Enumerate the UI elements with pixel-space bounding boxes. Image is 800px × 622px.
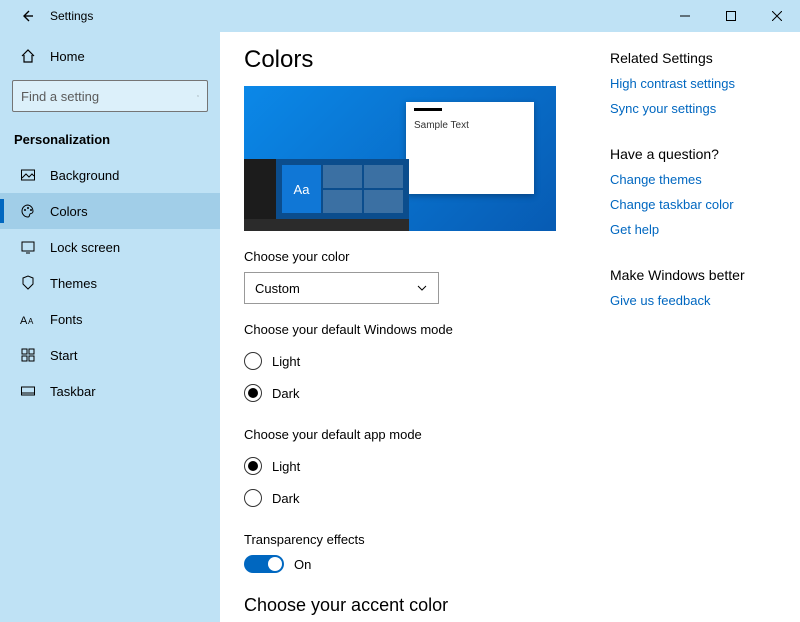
sidebar-item-taskbar[interactable]: Taskbar xyxy=(0,373,220,409)
page-title: Colors xyxy=(244,46,582,74)
window-title: Settings xyxy=(50,9,93,23)
home-nav[interactable]: Home xyxy=(0,40,220,74)
image-icon xyxy=(20,167,36,183)
section-title: Personalization xyxy=(0,128,220,157)
link-get-help[interactable]: Get help xyxy=(610,222,780,237)
main-content: Colors Sample Text Aa Choose your color … xyxy=(220,32,800,622)
sidebar-item-start[interactable]: Start xyxy=(0,337,220,373)
windows-mode-light[interactable]: Light xyxy=(244,345,582,377)
back-button[interactable] xyxy=(20,9,34,23)
accent-heading: Choose your accent color xyxy=(244,595,582,616)
radio-label: Light xyxy=(272,354,300,369)
minimize-button[interactable] xyxy=(662,0,708,32)
transparency-toggle[interactable] xyxy=(244,555,284,573)
search-icon xyxy=(197,89,199,103)
sidebar: Home Personalization Background Colors L… xyxy=(0,32,220,622)
sidebar-item-label: Fonts xyxy=(50,312,83,327)
preview-window: Sample Text xyxy=(406,102,534,194)
home-label: Home xyxy=(50,49,85,64)
radio-label: Dark xyxy=(272,386,299,401)
svg-text:A: A xyxy=(20,315,28,327)
sidebar-item-background[interactable]: Background xyxy=(0,157,220,193)
sidebar-item-label: Themes xyxy=(50,276,97,291)
question-title: Have a question? xyxy=(610,146,780,162)
link-high-contrast[interactable]: High contrast settings xyxy=(610,76,780,91)
search-input[interactable] xyxy=(21,89,197,104)
sidebar-item-fonts[interactable]: AA Fonts xyxy=(0,301,220,337)
choose-color-label: Choose your color xyxy=(244,249,582,264)
lock-screen-icon xyxy=(20,239,36,255)
transparency-label: Transparency effects xyxy=(244,532,582,547)
back-arrow-icon xyxy=(20,9,34,23)
sidebar-item-lock-screen[interactable]: Lock screen xyxy=(0,229,220,265)
radio-icon xyxy=(244,457,262,475)
link-change-taskbar-color[interactable]: Change taskbar color xyxy=(610,197,780,212)
preview-sample-text: Sample Text xyxy=(414,120,469,131)
color-preview: Sample Text Aa xyxy=(244,86,556,231)
app-mode-label: Choose your default app mode xyxy=(244,427,582,442)
link-change-themes[interactable]: Change themes xyxy=(610,172,780,187)
taskbar-icon xyxy=(20,383,36,399)
maximize-icon xyxy=(726,11,736,21)
fonts-icon: AA xyxy=(20,311,36,327)
start-icon xyxy=(20,347,36,363)
sidebar-item-label: Lock screen xyxy=(50,240,120,255)
home-icon xyxy=(20,48,36,64)
sidebar-item-label: Colors xyxy=(50,204,88,219)
titlebar: Settings xyxy=(0,0,800,32)
search-box[interactable] xyxy=(12,80,208,112)
app-mode-group: Light Dark xyxy=(244,450,582,514)
app-mode-dark[interactable]: Dark xyxy=(244,482,582,514)
sidebar-item-label: Background xyxy=(50,168,119,183)
close-icon xyxy=(772,11,782,21)
windows-mode-label: Choose your default Windows mode xyxy=(244,322,582,337)
choose-color-value: Custom xyxy=(255,281,300,296)
right-column: Related Settings High contrast settings … xyxy=(610,46,780,602)
related-settings-title: Related Settings xyxy=(610,50,780,66)
palette-icon xyxy=(20,203,36,219)
preview-taskbar: Aa xyxy=(244,159,409,231)
sidebar-item-label: Taskbar xyxy=(50,384,96,399)
windows-mode-dark[interactable]: Dark xyxy=(244,377,582,409)
radio-label: Dark xyxy=(272,491,299,506)
chevron-down-icon xyxy=(416,282,428,294)
windows-mode-group: Light Dark xyxy=(244,345,582,409)
sidebar-item-colors[interactable]: Colors xyxy=(0,193,220,229)
preview-aa: Aa xyxy=(282,165,321,213)
transparency-value: On xyxy=(294,557,311,572)
choose-color-select[interactable]: Custom xyxy=(244,272,439,304)
radio-icon xyxy=(244,384,262,402)
link-sync-settings[interactable]: Sync your settings xyxy=(610,101,780,116)
app-mode-light[interactable]: Light xyxy=(244,450,582,482)
link-feedback[interactable]: Give us feedback xyxy=(610,293,780,308)
maximize-button[interactable] xyxy=(708,0,754,32)
radio-icon xyxy=(244,352,262,370)
better-title: Make Windows better xyxy=(610,267,780,283)
sidebar-item-themes[interactable]: Themes xyxy=(0,265,220,301)
radio-label: Light xyxy=(272,459,300,474)
radio-icon xyxy=(244,489,262,507)
svg-text:A: A xyxy=(28,317,34,326)
sidebar-item-label: Start xyxy=(50,348,77,363)
close-button[interactable] xyxy=(754,0,800,32)
themes-icon xyxy=(20,275,36,291)
minimize-icon xyxy=(680,11,690,21)
